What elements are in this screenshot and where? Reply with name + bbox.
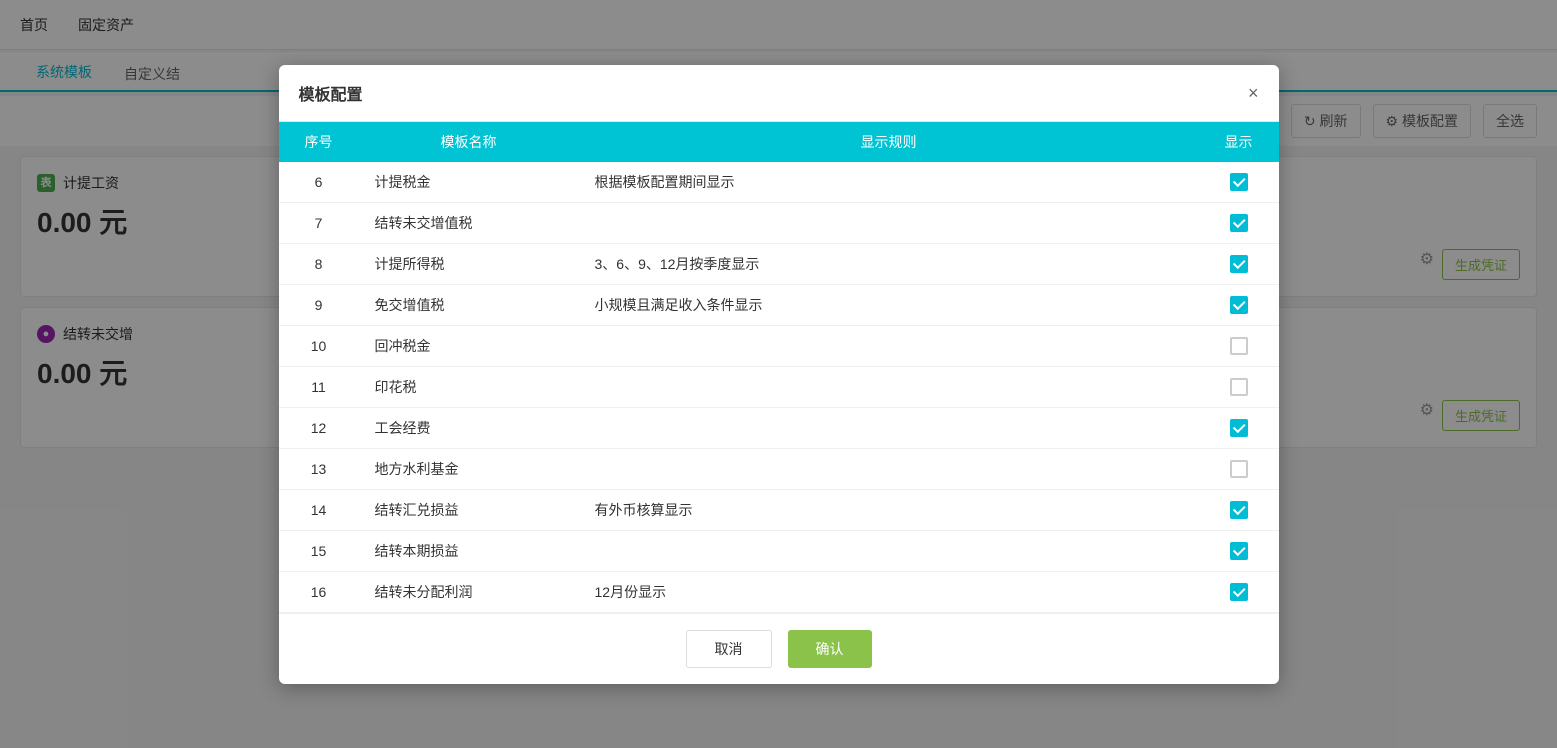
table-body: 6计提税金根据模板配置期间显示7结转未交增值税8计提所得税3、6、9、12月按季… <box>279 162 1279 613</box>
row-name: 计提税金 <box>359 162 579 203</box>
modal-close-button[interactable]: × <box>1248 84 1259 102</box>
row-name: 印花税 <box>359 366 579 407</box>
row-name: 结转汇兑损益 <box>359 489 579 530</box>
row-checkbox[interactable] <box>1230 501 1248 519</box>
row-display-cell <box>1199 202 1279 243</box>
row-name: 免交增值税 <box>359 284 579 325</box>
modal-footer: 取消 确认 <box>279 613 1279 684</box>
row-checkbox[interactable] <box>1230 542 1248 560</box>
modal-header: 模板配置 × <box>279 65 1279 122</box>
col-header-rule: 显示规则 <box>579 122 1199 162</box>
row-id: 12 <box>279 407 359 448</box>
row-id: 10 <box>279 325 359 366</box>
row-name: 计提所得税 <box>359 243 579 284</box>
row-display-cell <box>1199 284 1279 325</box>
row-display-cell <box>1199 162 1279 203</box>
template-config-modal: 模板配置 × 序号 模板名称 显示规则 显示 6计提税金根据模板配置期间显 <box>279 65 1279 684</box>
row-checkbox[interactable] <box>1230 173 1248 191</box>
row-checkbox[interactable] <box>1230 583 1248 601</box>
row-id: 9 <box>279 284 359 325</box>
row-display-cell <box>1199 530 1279 571</box>
row-checkbox[interactable] <box>1230 296 1248 314</box>
row-display-cell <box>1199 489 1279 530</box>
table-row: 7结转未交增值税 <box>279 202 1279 243</box>
row-rule: 有外币核算显示 <box>579 489 1199 530</box>
row-checkbox[interactable] <box>1230 419 1248 437</box>
row-display-cell <box>1199 407 1279 448</box>
table-row: 13地方水利基金 <box>279 448 1279 489</box>
modal-overlay: 模板配置 × 序号 模板名称 显示规则 显示 6计提税金根据模板配置期间显 <box>0 0 1557 748</box>
row-name: 结转未分配利润 <box>359 571 579 612</box>
row-display-cell <box>1199 571 1279 612</box>
row-display-cell <box>1199 448 1279 489</box>
modal-body: 序号 模板名称 显示规则 显示 6计提税金根据模板配置期间显示7结转未交增值税8… <box>279 122 1279 613</box>
table-row: 6计提税金根据模板配置期间显示 <box>279 162 1279 203</box>
col-header-display: 显示 <box>1199 122 1279 162</box>
row-name: 回冲税金 <box>359 325 579 366</box>
confirm-button[interactable]: 确认 <box>788 630 872 668</box>
table-row: 8计提所得税3、6、9、12月按季度显示 <box>279 243 1279 284</box>
col-header-id: 序号 <box>279 122 359 162</box>
row-rule: 根据模板配置期间显示 <box>579 162 1199 203</box>
table-scroll-area[interactable]: 序号 模板名称 显示规则 显示 6计提税金根据模板配置期间显示7结转未交增值税8… <box>279 122 1279 613</box>
row-rule <box>579 325 1199 366</box>
row-id: 7 <box>279 202 359 243</box>
row-name: 地方水利基金 <box>359 448 579 489</box>
row-display-cell <box>1199 366 1279 407</box>
row-id: 8 <box>279 243 359 284</box>
row-name: 结转本期损益 <box>359 530 579 571</box>
table-row: 12工会经费 <box>279 407 1279 448</box>
row-id: 16 <box>279 571 359 612</box>
row-display-cell <box>1199 325 1279 366</box>
row-checkbox[interactable] <box>1230 460 1248 478</box>
row-rule <box>579 530 1199 571</box>
row-display-cell <box>1199 243 1279 284</box>
row-name: 工会经费 <box>359 407 579 448</box>
col-header-name: 模板名称 <box>359 122 579 162</box>
table-row: 14结转汇兑损益有外币核算显示 <box>279 489 1279 530</box>
row-id: 15 <box>279 530 359 571</box>
table-row: 16结转未分配利润12月份显示 <box>279 571 1279 612</box>
row-id: 11 <box>279 366 359 407</box>
table-row: 9免交增值税小规模且满足收入条件显示 <box>279 284 1279 325</box>
row-id: 6 <box>279 162 359 203</box>
row-rule: 小规模且满足收入条件显示 <box>579 284 1199 325</box>
table-row: 15结转本期损益 <box>279 530 1279 571</box>
row-checkbox[interactable] <box>1230 337 1248 355</box>
table-header: 序号 模板名称 显示规则 显示 <box>279 122 1279 162</box>
row-id: 14 <box>279 489 359 530</box>
config-table: 序号 模板名称 显示规则 显示 6计提税金根据模板配置期间显示7结转未交增值税8… <box>279 122 1279 613</box>
row-rule <box>579 366 1199 407</box>
row-rule: 3、6、9、12月按季度显示 <box>579 243 1199 284</box>
table-row: 10回冲税金 <box>279 325 1279 366</box>
row-id: 13 <box>279 448 359 489</box>
row-rule <box>579 202 1199 243</box>
cancel-button[interactable]: 取消 <box>686 630 772 668</box>
row-rule <box>579 448 1199 489</box>
row-checkbox[interactable] <box>1230 378 1248 396</box>
row-rule <box>579 407 1199 448</box>
row-name: 结转未交增值税 <box>359 202 579 243</box>
row-rule: 12月份显示 <box>579 571 1199 612</box>
row-checkbox[interactable] <box>1230 255 1248 273</box>
modal-title: 模板配置 <box>299 81 363 105</box>
row-checkbox[interactable] <box>1230 214 1248 232</box>
table-row: 11印花税 <box>279 366 1279 407</box>
